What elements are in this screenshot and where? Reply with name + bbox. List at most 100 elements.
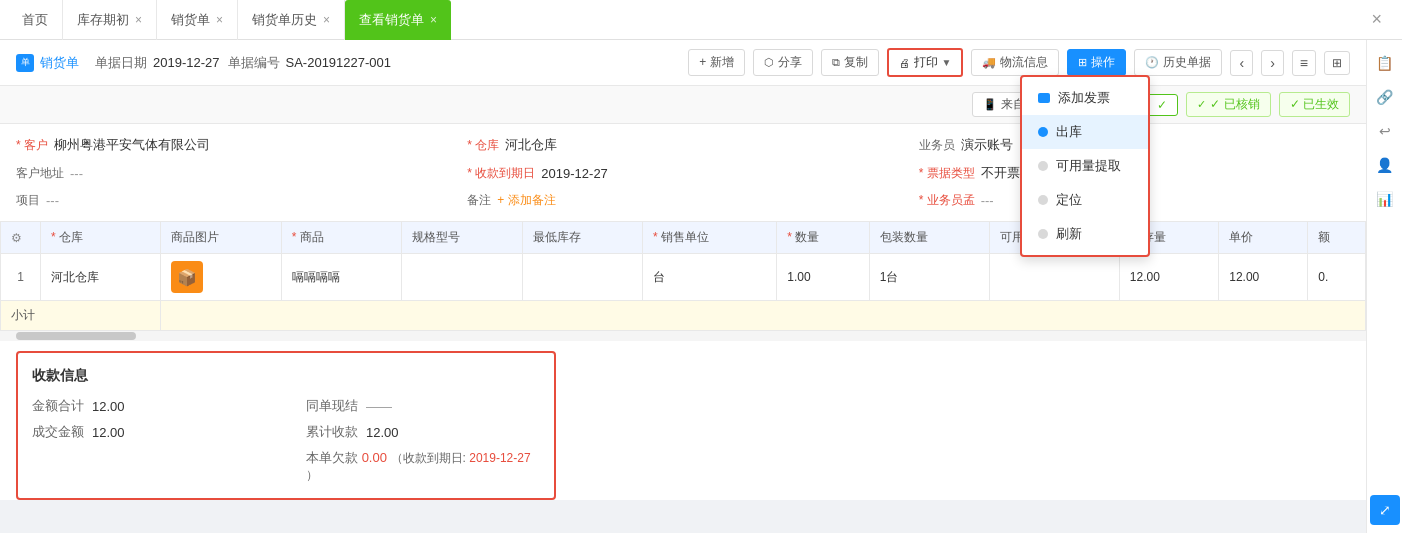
sidebar-icon-doc[interactable]: 📋	[1370, 48, 1400, 78]
dropdown-refresh[interactable]: 刷新	[1022, 217, 1148, 251]
staff-label: 业务员	[919, 137, 955, 154]
scroll-thumb[interactable]	[16, 332, 136, 340]
th-min-stock: 最低库存	[522, 222, 642, 254]
confirmed-badge: ✓ ✓ 已核销	[1186, 92, 1270, 117]
current-due-note: （收款到期日:	[391, 451, 470, 465]
share-button[interactable]: ⬡ 分享	[753, 49, 813, 76]
add-invoice-icon	[1038, 93, 1050, 103]
th-spec: 规格型号	[402, 222, 522, 254]
total-amount-value: 12.00	[92, 399, 125, 414]
dropdown-locate[interactable]: 定位	[1022, 183, 1148, 217]
table-row: 1 河北仓库 📦 嗝嗝嗝嗝 台 1.00 1台 12.00 12.00 0.	[1, 254, 1366, 301]
cell-amount: 0.	[1308, 254, 1366, 301]
transaction-row: 成交金额 12.00	[32, 423, 266, 441]
tab-sales-order[interactable]: 销货单 ×	[157, 0, 238, 40]
transaction-label: 成交金额	[32, 423, 84, 441]
outbound-icon	[1038, 127, 1048, 137]
transaction-value: 12.00	[92, 425, 125, 440]
subtotal-row: 小计	[1, 301, 1366, 331]
payment-date-field: * 收款到期日 2019-12-27	[467, 165, 898, 182]
address-field: 客户地址 ---	[16, 165, 447, 182]
total-amount-row: 金额合计 12.00	[32, 397, 266, 415]
logistics-icon: 🚚	[982, 56, 996, 69]
cumulative-label: 累计收款	[306, 423, 358, 441]
customer-value: 柳州粤港平安气体有限公司	[54, 136, 210, 154]
current-due-label: 本单欠款	[306, 450, 358, 465]
tab-close-history[interactable]: ×	[323, 13, 330, 27]
cell-unit-price: 12.00	[1219, 254, 1308, 301]
sidebar-icon-expand[interactable]: ⤢	[1370, 495, 1400, 510]
same-order-label: 同单现结	[306, 397, 358, 415]
sidebar-icon-user[interactable]: 👤	[1370, 150, 1400, 180]
effect-badge: ✓ 已生效	[1279, 92, 1350, 117]
sidebar-icon-undo[interactable]: ↩	[1370, 116, 1400, 146]
document-area: 单 销货单 单据日期 2019-12-27 单据编号 SA-20191227-0…	[0, 40, 1366, 500]
doc-title: 单 销货单	[16, 54, 79, 72]
cell-min-stock	[522, 254, 642, 301]
doc-date-value: 2019-12-27	[153, 55, 220, 70]
dropdown-available-qty[interactable]: 可用量提取	[1022, 149, 1148, 183]
dropdown-menu: 添加发票 出库 可用量提取 定位 刷新	[1020, 75, 1150, 257]
tab-sales-history[interactable]: 销货单历史 ×	[238, 0, 345, 40]
doc-number-field: 单据编号 SA-20191227-001	[228, 54, 392, 72]
cell-qty: 1.00	[777, 254, 870, 301]
th-amount: 额	[1308, 222, 1366, 254]
cell-spec	[402, 254, 522, 301]
prev-button[interactable]: ‹	[1230, 50, 1253, 76]
copy-button[interactable]: ⧉ 复制	[821, 49, 879, 76]
layout-list-button[interactable]: ≡	[1292, 50, 1316, 76]
staff-value: 演示账号	[961, 136, 1013, 154]
add-note-button[interactable]: + 添加备注	[497, 192, 555, 209]
th-product-img: 商品图片	[161, 222, 281, 254]
customer-field: * 客户 柳州粤港平安气体有限公司	[16, 136, 447, 154]
tab-view-sales[interactable]: 查看销货单 ×	[345, 0, 451, 40]
current-due-close: ）	[306, 468, 318, 482]
payment-grid: 金额合计 12.00 同单现结 —— 成交金额 12.00 累计收款 12.00…	[32, 397, 540, 484]
subtotal-empty	[161, 301, 1366, 331]
history-button[interactable]: 🕐 历史单据	[1134, 49, 1222, 76]
cumulative-row: 累计收款 12.00	[306, 423, 540, 441]
sales-staff-label: * 业务员孟	[919, 192, 975, 209]
tab-close-sales[interactable]: ×	[216, 13, 223, 27]
tab-home[interactable]: 首页	[8, 0, 63, 40]
product-thumbnail: 📦	[171, 261, 203, 293]
window-close-button[interactable]: ×	[1359, 9, 1394, 30]
warehouse-field: * 仓库 河北仓库	[467, 136, 898, 154]
layout-grid-button[interactable]: ⊞	[1324, 51, 1350, 75]
phone-icon: 📱	[983, 98, 997, 111]
print-button[interactable]: 🖨 打印 ▼	[887, 48, 964, 77]
new-button[interactable]: + 新增	[688, 49, 744, 76]
sidebar-icon-chart[interactable]: 📊	[1370, 184, 1400, 214]
total-amount-label: 金额合计	[32, 397, 84, 415]
right-sidebar: 📋 🔗 ↩ 👤 📊 ⤢	[1366, 40, 1402, 510]
project-value: ---	[46, 193, 59, 208]
operation-button[interactable]: ⊞ 操作	[1067, 49, 1126, 76]
warehouse-value: 河北仓库	[505, 136, 557, 154]
confirmed-icon: ✓	[1197, 98, 1206, 111]
print-dropdown-arrow[interactable]: ▼	[942, 57, 952, 68]
customer-label: * 客户	[16, 137, 48, 154]
payment-date-label: * 收款到期日	[467, 165, 535, 182]
payment-date-value: 2019-12-27	[541, 166, 608, 181]
tab-close-view[interactable]: ×	[430, 13, 437, 27]
tab-close-inventory[interactable]: ×	[135, 13, 142, 27]
tab-inventory-init[interactable]: 库存期初 ×	[63, 0, 157, 40]
th-unit: * 销售单位	[642, 222, 776, 254]
next-button[interactable]: ›	[1261, 50, 1284, 76]
th-unit-price: 单价	[1219, 222, 1308, 254]
address-value: ---	[70, 166, 83, 181]
copy-icon: ⧉	[832, 56, 840, 69]
th-settings[interactable]: ⚙	[1, 222, 41, 254]
cell-available	[990, 254, 1120, 301]
table-scroll-area[interactable]	[0, 331, 1366, 341]
confirm-check-button[interactable]: ✓	[1146, 94, 1178, 116]
dropdown-add-invoice[interactable]: 添加发票	[1022, 81, 1148, 115]
note-label: 备注	[467, 192, 491, 209]
history-icon: 🕐	[1145, 56, 1159, 69]
logistics-button[interactable]: 🚚 物流信息	[971, 49, 1059, 76]
dropdown-outbound[interactable]: 出库	[1022, 115, 1148, 149]
operation-icon: ⊞	[1078, 56, 1087, 69]
cell-pack-qty: 1台	[869, 254, 989, 301]
sidebar-icon-link[interactable]: 🔗	[1370, 82, 1400, 112]
cell-product: 嗝嗝嗝嗝	[281, 254, 401, 301]
